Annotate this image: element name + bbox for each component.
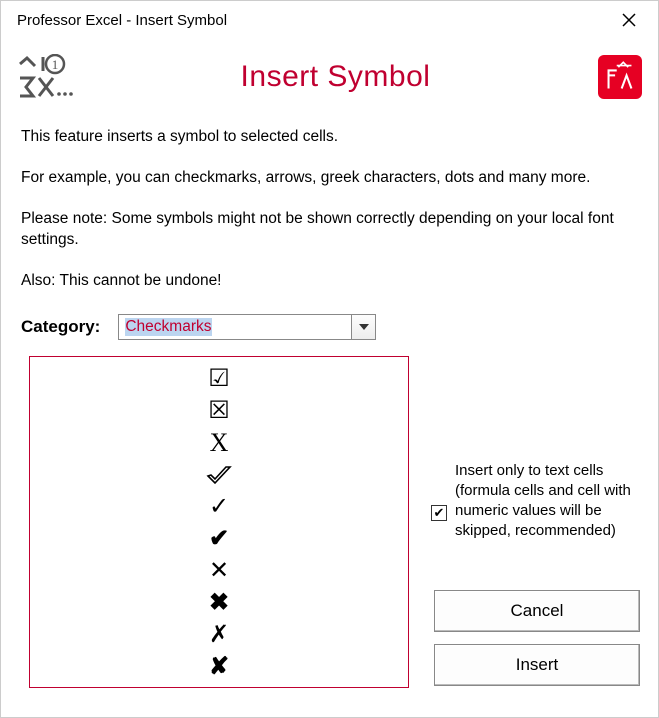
option-text-cells: ✔ Insert only to text cells (formula cel… — [431, 461, 640, 542]
close-icon — [622, 13, 636, 27]
text-cells-checkbox[interactable]: ✔ — [431, 505, 447, 521]
list-item[interactable]: ✖ — [30, 587, 408, 619]
list-item[interactable]: ✔ — [30, 523, 408, 555]
category-select[interactable]: Checkmarks — [118, 314, 376, 340]
list-item[interactable]: ✗ — [30, 619, 408, 651]
brand-icon — [598, 55, 642, 99]
list-item[interactable]: ✘ — [30, 651, 408, 683]
symbol-list[interactable]: ☑ ☒ X ✓ ✔ ✕ ✖ ✗ ✘ — [29, 356, 409, 688]
category-row: Category: Checkmarks — [1, 306, 658, 342]
text-cells-label: Insert only to text cells (formula cells… — [455, 461, 640, 542]
list-item[interactable] — [30, 459, 408, 491]
description: This feature inserts a symbol to selecte… — [1, 105, 658, 306]
desc-line-4: Also: This cannot be undone! — [21, 271, 640, 292]
cancel-button[interactable]: Cancel — [434, 590, 640, 632]
category-label: Category: — [21, 317, 100, 337]
list-item[interactable]: X — [30, 427, 408, 459]
chevron-down-icon — [351, 315, 375, 339]
content: ☑ ☒ X ✓ ✔ ✕ ✖ ✗ ✘ ✔ Insert only to text … — [1, 342, 658, 704]
list-item[interactable]: ☒ — [30, 395, 408, 427]
feature-icon: 1 — [17, 54, 73, 100]
header: 1 Insert Symbol — [1, 39, 658, 105]
window-title: Professor Excel - Insert Symbol — [17, 12, 227, 29]
desc-line-2: For example, you can checkmarks, arrows,… — [21, 168, 640, 189]
page-title: Insert Symbol — [73, 60, 598, 94]
insert-button[interactable]: Insert — [434, 644, 640, 686]
category-select-value: Checkmarks — [119, 315, 351, 339]
list-item[interactable]: ☑ — [30, 363, 408, 395]
titlebar: Professor Excel - Insert Symbol — [1, 1, 658, 39]
close-button[interactable] — [614, 5, 644, 35]
right-column: ✔ Insert only to text cells (formula cel… — [431, 356, 640, 688]
list-item[interactable]: ✕ — [30, 555, 408, 587]
desc-line-1: This feature inserts a symbol to selecte… — [21, 127, 640, 148]
svg-text:1: 1 — [52, 57, 59, 72]
desc-line-3: Please note: Some symbols might not be s… — [21, 209, 640, 251]
list-item[interactable]: ✓ — [30, 491, 408, 523]
